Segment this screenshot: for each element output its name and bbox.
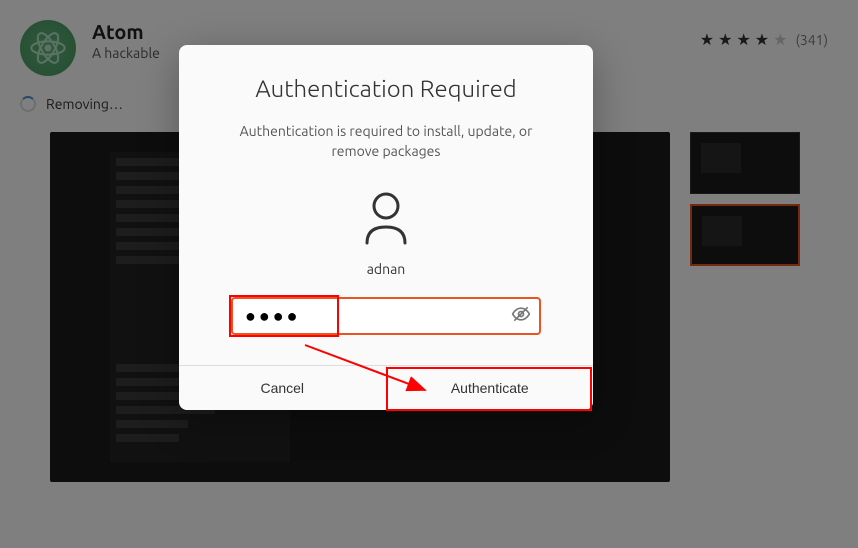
annotation-arrow-icon — [300, 340, 450, 410]
username: adnan — [367, 261, 406, 277]
dialog-title: Authentication Required — [255, 75, 516, 102]
visibility-toggle-icon[interactable] — [511, 304, 531, 328]
password-wrapper — [231, 297, 541, 335]
user-icon — [361, 191, 411, 249]
password-input[interactable] — [231, 297, 541, 335]
dialog-subtitle: Authentication is required to install, u… — [226, 122, 546, 161]
